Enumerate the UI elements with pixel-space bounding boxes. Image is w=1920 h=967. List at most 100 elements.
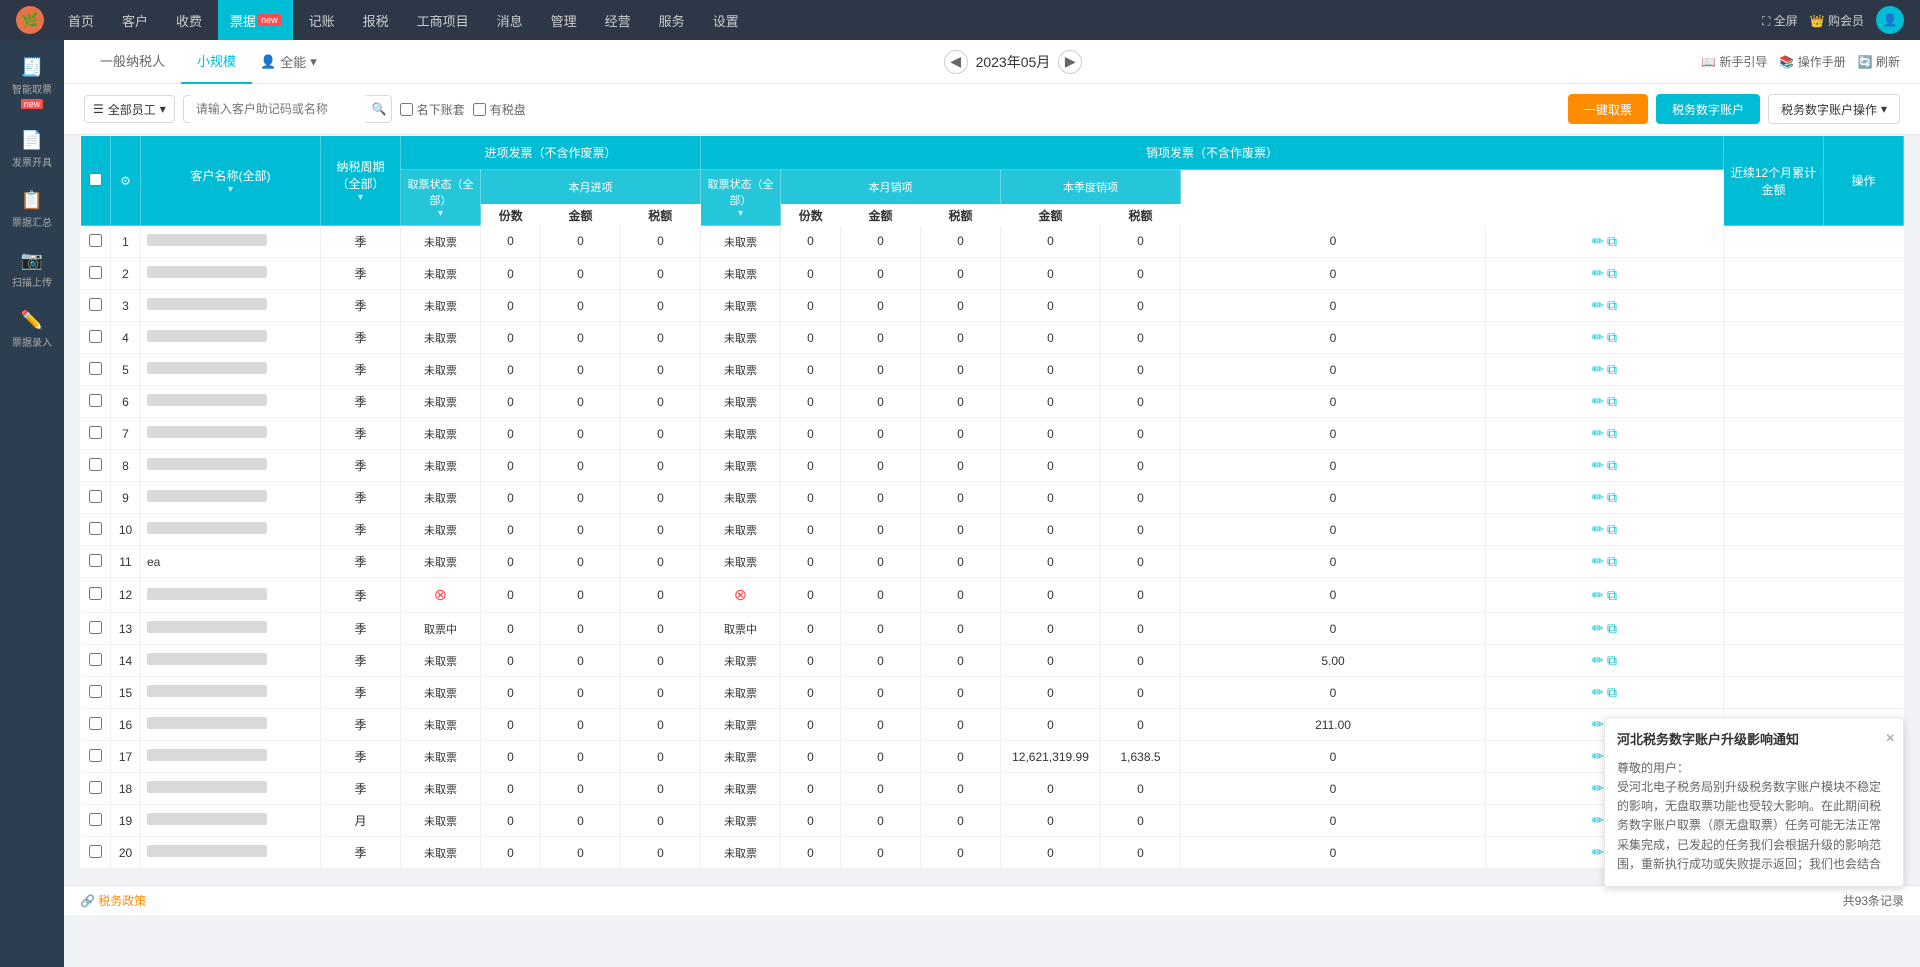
manual-btn[interactable]: 📚 操作手册 <box>1779 53 1845 70</box>
nav-business[interactable]: 工商项目 <box>405 0 481 40</box>
row-checkbox-cell[interactable] <box>81 226 111 258</box>
fetch-all-btn[interactable]: 一键取票 <box>1568 94 1648 124</box>
row-checkbox[interactable] <box>89 394 102 407</box>
refresh-btn[interactable]: 🔄 刷新 <box>1858 53 1900 70</box>
digital-account-ops-btn[interactable]: 税务数字账户操作 ▾ <box>1768 94 1900 124</box>
row-checkbox-cell[interactable] <box>81 741 111 773</box>
user-avatar[interactable]: 👤 <box>1876 6 1904 34</box>
row-checkbox-cell[interactable] <box>81 354 111 386</box>
row-checkbox-cell[interactable] <box>81 418 111 450</box>
subaccount-filter[interactable]: 名下账套 <box>400 101 465 118</box>
row-checkbox-cell[interactable] <box>81 322 111 354</box>
row-checkbox-cell[interactable] <box>81 514 111 546</box>
edit-btn[interactable]: ✏ <box>1592 553 1604 569</box>
edit-btn[interactable]: ✏ <box>1592 265 1604 281</box>
edit-btn[interactable]: ✏ <box>1592 844 1604 860</box>
nav-manage[interactable]: 管理 <box>539 0 589 40</box>
row-checkbox[interactable] <box>89 749 102 762</box>
digital-account-btn[interactable]: 税务数字账户 <box>1656 94 1760 124</box>
edit-btn[interactable]: ✏ <box>1592 780 1604 796</box>
select-all-checkbox[interactable] <box>89 173 102 186</box>
row-checkbox-cell[interactable] <box>81 805 111 837</box>
row-checkbox[interactable] <box>89 458 102 471</box>
edit-btn[interactable]: ✏ <box>1592 361 1604 377</box>
row-checkbox-cell[interactable] <box>81 258 111 290</box>
next-month-btn[interactable]: ▶ <box>1058 50 1082 74</box>
row-checkbox[interactable] <box>89 234 102 247</box>
nav-message[interactable]: 消息 <box>485 0 535 40</box>
tax-policy-link[interactable]: 🔗 税务政策 <box>80 892 146 909</box>
edit-btn[interactable]: ✏ <box>1592 425 1604 441</box>
prev-month-btn[interactable]: ◀ <box>944 50 968 74</box>
row-checkbox-cell[interactable] <box>81 290 111 322</box>
nav-operations[interactable]: 经营 <box>593 0 643 40</box>
tab-all[interactable]: 👤 全能 ▾ <box>252 52 325 71</box>
edit-btn[interactable]: ✏ <box>1592 587 1604 603</box>
edit-btn[interactable]: ✏ <box>1592 748 1604 764</box>
copy-btn[interactable]: ⧉ <box>1607 329 1617 345</box>
copy-btn[interactable]: ⧉ <box>1607 265 1617 281</box>
copy-btn[interactable]: ⧉ <box>1607 620 1617 636</box>
sidebar-item-summary[interactable]: 📋 票据汇总 <box>4 181 60 237</box>
row-checkbox-cell[interactable] <box>81 645 111 677</box>
nav-settings[interactable]: 设置 <box>701 0 751 40</box>
copy-btn[interactable]: ⧉ <box>1607 652 1617 668</box>
copy-btn[interactable]: ⧉ <box>1607 297 1617 313</box>
edit-btn[interactable]: ✏ <box>1592 233 1604 249</box>
edit-btn[interactable]: ✏ <box>1592 457 1604 473</box>
row-checkbox[interactable] <box>89 813 102 826</box>
employee-filter[interactable]: ☰ 全部员工 ▾ <box>84 95 175 123</box>
row-checkbox[interactable] <box>89 554 102 567</box>
row-checkbox[interactable] <box>89 522 102 535</box>
copy-btn[interactable]: ⧉ <box>1607 425 1617 441</box>
copy-btn[interactable]: ⧉ <box>1607 393 1617 409</box>
edit-btn[interactable]: ✏ <box>1592 329 1604 345</box>
row-checkbox[interactable] <box>89 490 102 503</box>
nav-service[interactable]: 服务 <box>647 0 697 40</box>
member-btn[interactable]: 👑 购会员 <box>1810 12 1864 29</box>
nav-invoice[interactable]: 票据 new <box>218 0 293 40</box>
row-checkbox[interactable] <box>89 362 102 375</box>
row-checkbox[interactable] <box>89 845 102 858</box>
subaccount-checkbox[interactable] <box>400 103 413 116</box>
fullscreen-btn[interactable]: ⛶ 全屏 <box>1762 12 1798 29</box>
row-checkbox-cell[interactable] <box>81 386 111 418</box>
tab-general-taxpayer[interactable]: 一般纳税人 <box>84 40 181 84</box>
copy-btn[interactable]: ⧉ <box>1607 587 1617 603</box>
row-checkbox[interactable] <box>89 426 102 439</box>
row-checkbox-cell[interactable] <box>81 837 111 869</box>
search-icon[interactable]: 🔍 <box>372 102 387 116</box>
nav-home[interactable]: 首页 <box>56 0 106 40</box>
sidebar-item-scan[interactable]: 📷 扫描上传 <box>4 241 60 297</box>
taxdisk-filter[interactable]: 有税盘 <box>473 101 526 118</box>
row-checkbox-cell[interactable] <box>81 578 111 613</box>
row-checkbox-cell[interactable] <box>81 482 111 514</box>
edit-btn[interactable]: ✏ <box>1592 812 1604 828</box>
copy-btn[interactable]: ⧉ <box>1607 457 1617 473</box>
row-checkbox-cell[interactable] <box>81 546 111 578</box>
sidebar-item-open[interactable]: 📄 发票开具 <box>4 121 60 177</box>
row-checkbox-cell[interactable] <box>81 773 111 805</box>
edit-btn[interactable]: ✏ <box>1592 620 1604 636</box>
copy-btn[interactable]: ⧉ <box>1607 521 1617 537</box>
row-checkbox[interactable] <box>89 717 102 730</box>
row-checkbox[interactable] <box>89 298 102 311</box>
tab-small-scale[interactable]: 小规模 <box>181 40 252 84</box>
edit-btn[interactable]: ✏ <box>1592 489 1604 505</box>
row-checkbox[interactable] <box>89 781 102 794</box>
nav-billing[interactable]: 收费 <box>164 0 214 40</box>
nav-accounting[interactable]: 记账 <box>297 0 347 40</box>
edit-btn[interactable]: ✏ <box>1592 652 1604 668</box>
row-checkbox[interactable] <box>89 587 102 600</box>
copy-btn[interactable]: ⧉ <box>1607 233 1617 249</box>
sidebar-item-entry[interactable]: ✏️ 票据录入 <box>4 301 60 357</box>
row-checkbox[interactable] <box>89 621 102 634</box>
search-input[interactable] <box>188 95 368 123</box>
edit-btn[interactable]: ✏ <box>1592 297 1604 313</box>
copy-btn[interactable]: ⧉ <box>1607 553 1617 569</box>
edit-btn[interactable]: ✏ <box>1592 684 1604 700</box>
row-checkbox[interactable] <box>89 653 102 666</box>
edit-btn[interactable]: ✏ <box>1592 716 1604 732</box>
copy-btn[interactable]: ⧉ <box>1607 361 1617 377</box>
row-checkbox[interactable] <box>89 266 102 279</box>
